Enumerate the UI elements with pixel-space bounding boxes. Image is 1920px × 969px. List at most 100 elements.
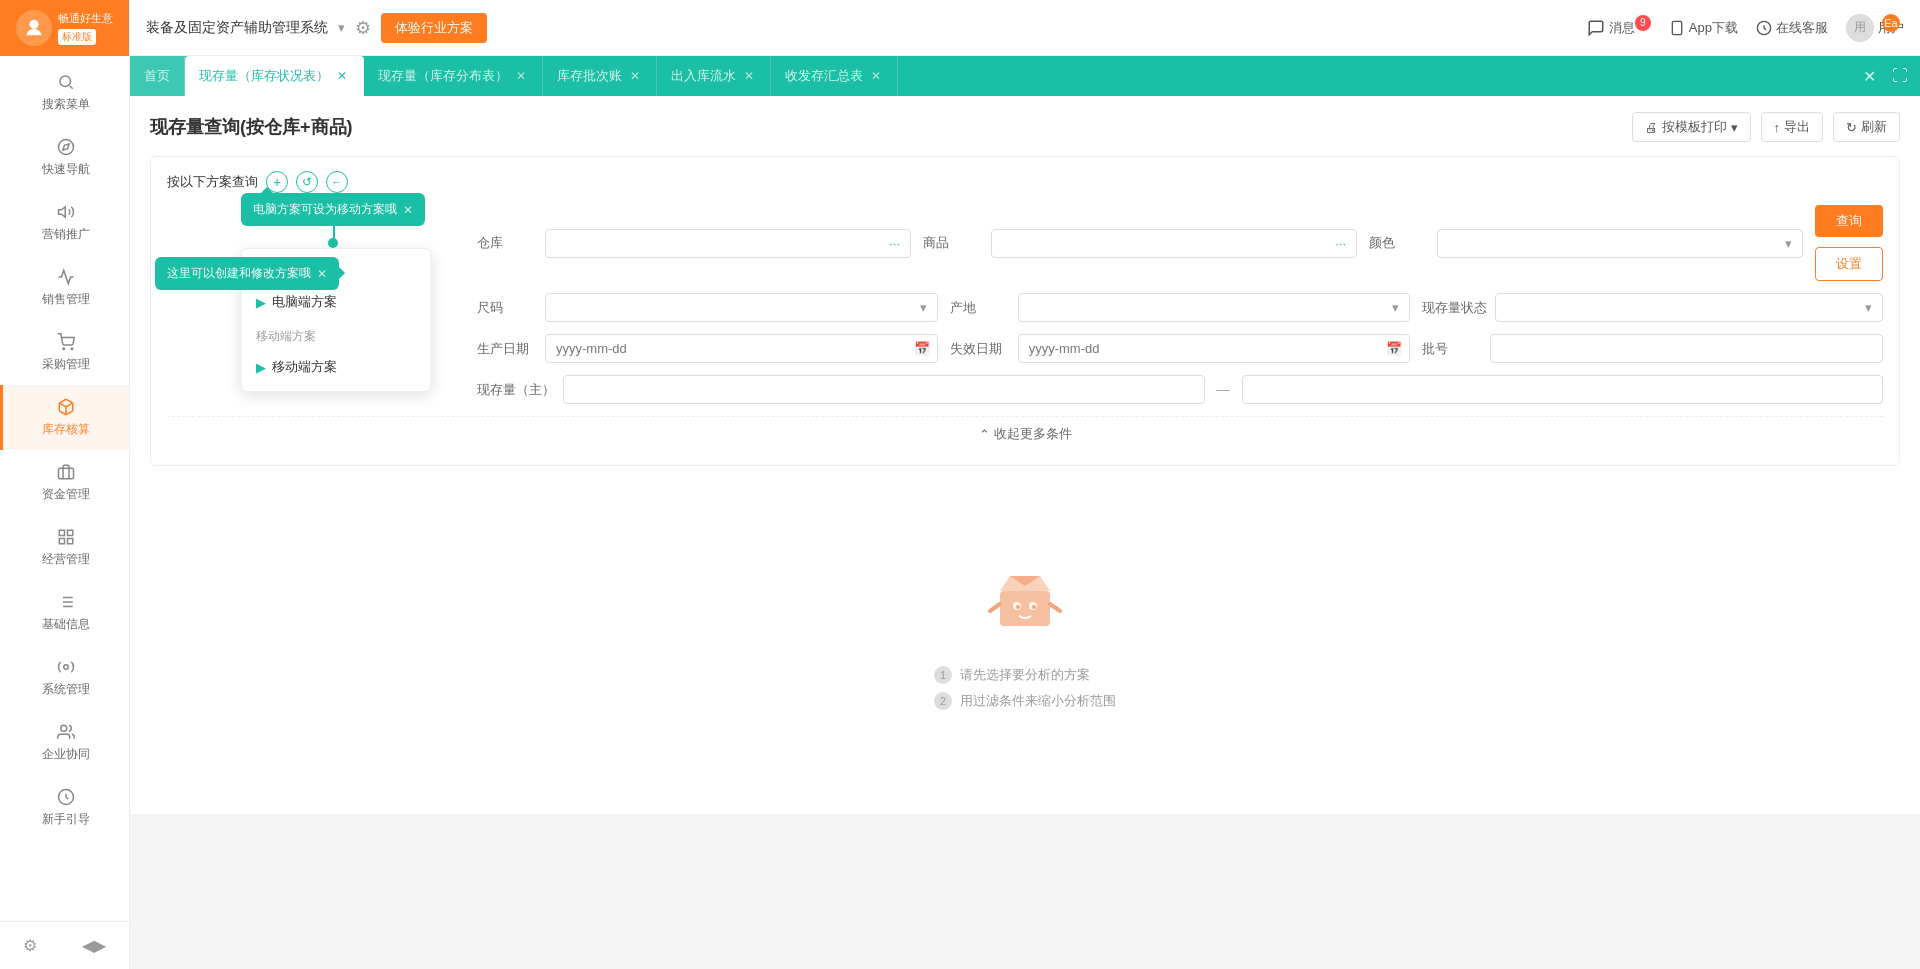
tab-batch-account[interactable]: 库存批次账 ✕: [543, 56, 657, 96]
filter-rows: 仓库 ··· 商品 ··· 颜色: [477, 205, 1883, 404]
tab-close-all[interactable]: ✕: [1859, 63, 1880, 90]
sidebar-item-sales[interactable]: 销售管理: [0, 255, 129, 320]
prod-date-input[interactable]: [545, 334, 938, 363]
support-icon: [1756, 20, 1772, 36]
prod-date-calendar-icon[interactable]: 📅: [914, 341, 930, 356]
sidebar-item-search-menu[interactable]: 搜索菜单: [0, 60, 129, 125]
filter-field-warehouse: 仓库 ···: [477, 229, 911, 258]
download-icon: [1669, 20, 1685, 36]
batch-input[interactable]: [1490, 334, 1883, 363]
user-badge: Ea: [1882, 14, 1900, 32]
header-right: 消息 9 App下载 在线客服 用 用户 Ea: [1587, 14, 1904, 42]
expire-date-input[interactable]: [1018, 334, 1411, 363]
sidebar-item-marketing[interactable]: 营销推广: [0, 190, 129, 255]
collapse-more-btn[interactable]: ⌃ 收起更多条件: [167, 416, 1883, 451]
tab-in-out-flow[interactable]: 出入库流水 ✕: [657, 56, 771, 96]
tooltip2-container: 这里可以创建和修改方案哦 ✕: [155, 257, 339, 290]
sidebar-item-system[interactable]: 系统管理: [0, 645, 129, 710]
tooltip-bubble-1: 电脑方案可设为移动方案哦 ✕: [241, 193, 425, 226]
tooltip2-close-btn[interactable]: ✕: [317, 267, 327, 281]
tab-inventory-status[interactable]: 现存量（库存状况表） ✕: [185, 56, 364, 96]
filter-row-1: 仓库 ··· 商品 ··· 颜色: [477, 205, 1883, 281]
compass-icon: [56, 137, 76, 157]
chart-icon: [56, 267, 76, 287]
sidebar-settings-btn[interactable]: ⚙: [15, 932, 45, 959]
svg-rect-21: [1672, 21, 1681, 34]
tabs-bar: 首页 现存量（库存状况表） ✕ 现存量（库存分布表） ✕ 库存批次账 ✕ 出入库…: [130, 56, 1920, 96]
set-btn[interactable]: 设置: [1815, 247, 1883, 281]
sidebar-item-basic[interactable]: 基础信息: [0, 580, 129, 645]
tab-home[interactable]: 首页: [130, 56, 185, 96]
tab-close-collect-summary[interactable]: ✕: [869, 67, 883, 85]
app-name-text: 畅通好生意 标准版: [58, 11, 113, 44]
system-name: 装备及固定资产辅助管理系统: [146, 19, 328, 37]
sidebar-item-corp[interactable]: 企业协同: [0, 710, 129, 775]
origin-selector[interactable]: ▾: [1018, 293, 1411, 322]
query-btn[interactable]: 查询: [1815, 205, 1883, 237]
app-download-btn[interactable]: App下载: [1669, 19, 1738, 37]
size-label: 尺码: [477, 299, 537, 317]
guide-icon: [56, 787, 76, 807]
system-icon: [56, 657, 76, 677]
color-dropdown-arrow: ▾: [1785, 236, 1792, 251]
refresh-icon: ↻: [1846, 120, 1857, 135]
sidebar-item-guide[interactable]: 新手引导: [0, 775, 129, 840]
svg-point-18: [64, 665, 69, 670]
print-icon: 🖨: [1645, 120, 1658, 135]
stock-label: 现存量（主）: [477, 381, 555, 399]
svg-point-28: [1032, 605, 1036, 609]
scheme-item-pc[interactable]: ▶ 电脑端方案: [242, 286, 430, 318]
svg-rect-11: [59, 539, 64, 544]
filter-refresh-btn[interactable]: ↺: [296, 171, 318, 193]
empty-step-1: 1 请先选择要分析的方案: [934, 666, 1116, 684]
filter-field-prod-date: 生产日期 📅: [477, 334, 938, 363]
tab-close-inventory-status[interactable]: ✕: [335, 67, 349, 85]
stock-from-input[interactable]: [563, 375, 1205, 404]
filter-field-status: 现存量状态 ▾: [1422, 293, 1883, 322]
solution-btn[interactable]: 体验行业方案: [381, 13, 487, 43]
product-selector[interactable]: ···: [991, 229, 1357, 258]
tab-close-in-out-flow[interactable]: ✕: [742, 67, 756, 85]
origin-dropdown-arrow: ▾: [1392, 300, 1399, 315]
svg-rect-8: [59, 530, 64, 535]
filter-back-btn[interactable]: ←: [326, 171, 348, 193]
sidebar-collapse-btn[interactable]: ◀▶: [74, 932, 114, 959]
warehouse-dots: ···: [889, 236, 900, 251]
message-icon: [1587, 19, 1605, 37]
sidebar-item-operations[interactable]: 经营管理: [0, 515, 129, 580]
prod-date-label: 生产日期: [477, 340, 537, 358]
stock-to-input[interactable]: [1242, 375, 1884, 404]
tooltip-dot: [328, 238, 338, 248]
header-settings-btn[interactable]: ⚙: [355, 17, 371, 39]
page-header: 现存量查询(按仓库+商品) 🖨 按模板打印 ▾ ↑ 导出 ↻ 刷新: [150, 112, 1900, 142]
warehouse-selector[interactable]: ···: [545, 229, 911, 258]
expire-date-label: 失效日期: [950, 340, 1010, 358]
tab-close-batch-account[interactable]: ✕: [628, 67, 642, 85]
online-support-btn[interactable]: 在线客服: [1756, 19, 1828, 37]
tab-fullscreen[interactable]: ⛶: [1888, 63, 1912, 89]
message-btn[interactable]: 消息 9: [1587, 19, 1651, 37]
sidebar-item-quick-nav[interactable]: 快速导航: [0, 125, 129, 190]
sidebar-item-inventory[interactable]: 库存核算: [0, 385, 129, 450]
svg-point-0: [29, 20, 38, 29]
color-selector[interactable]: ▾: [1437, 229, 1803, 258]
sidebar-nav: 搜索菜单 快速导航 营销推广 销售管理 采购管理: [0, 56, 129, 921]
batch-label: 批号: [1422, 340, 1482, 358]
tab-close-inventory-dist[interactable]: ✕: [514, 67, 528, 85]
header-left: 装备及固定资产辅助管理系统 ▾ ⚙ 体验行业方案: [146, 13, 487, 43]
expire-date-calendar-icon[interactable]: 📅: [1386, 341, 1402, 356]
sidebar-item-purchase[interactable]: 采购管理: [0, 320, 129, 385]
export-btn[interactable]: ↑ 导出: [1761, 112, 1824, 142]
tab-collect-summary[interactable]: 收发存汇总表 ✕: [771, 56, 898, 96]
status-selector[interactable]: ▾: [1495, 293, 1883, 322]
tab-inventory-dist[interactable]: 现存量（库存分布表） ✕: [364, 56, 543, 96]
filter-row-2: 尺码 ▾ 产地 ▾ 现存量状态: [477, 293, 1883, 322]
sidebar-item-finance[interactable]: 资金管理: [0, 450, 129, 515]
size-selector[interactable]: ▾: [545, 293, 938, 322]
origin-label: 产地: [950, 299, 1010, 317]
tooltip1-close-btn[interactable]: ✕: [403, 203, 413, 217]
refresh-btn[interactable]: ↻ 刷新: [1833, 112, 1900, 142]
scheme-item-mobile[interactable]: ▶ 移动端方案: [242, 351, 430, 383]
print-btn[interactable]: 🖨 按模板打印 ▾: [1632, 112, 1751, 142]
filter-header: 按以下方案查询 + ↺ ←: [167, 171, 1883, 193]
